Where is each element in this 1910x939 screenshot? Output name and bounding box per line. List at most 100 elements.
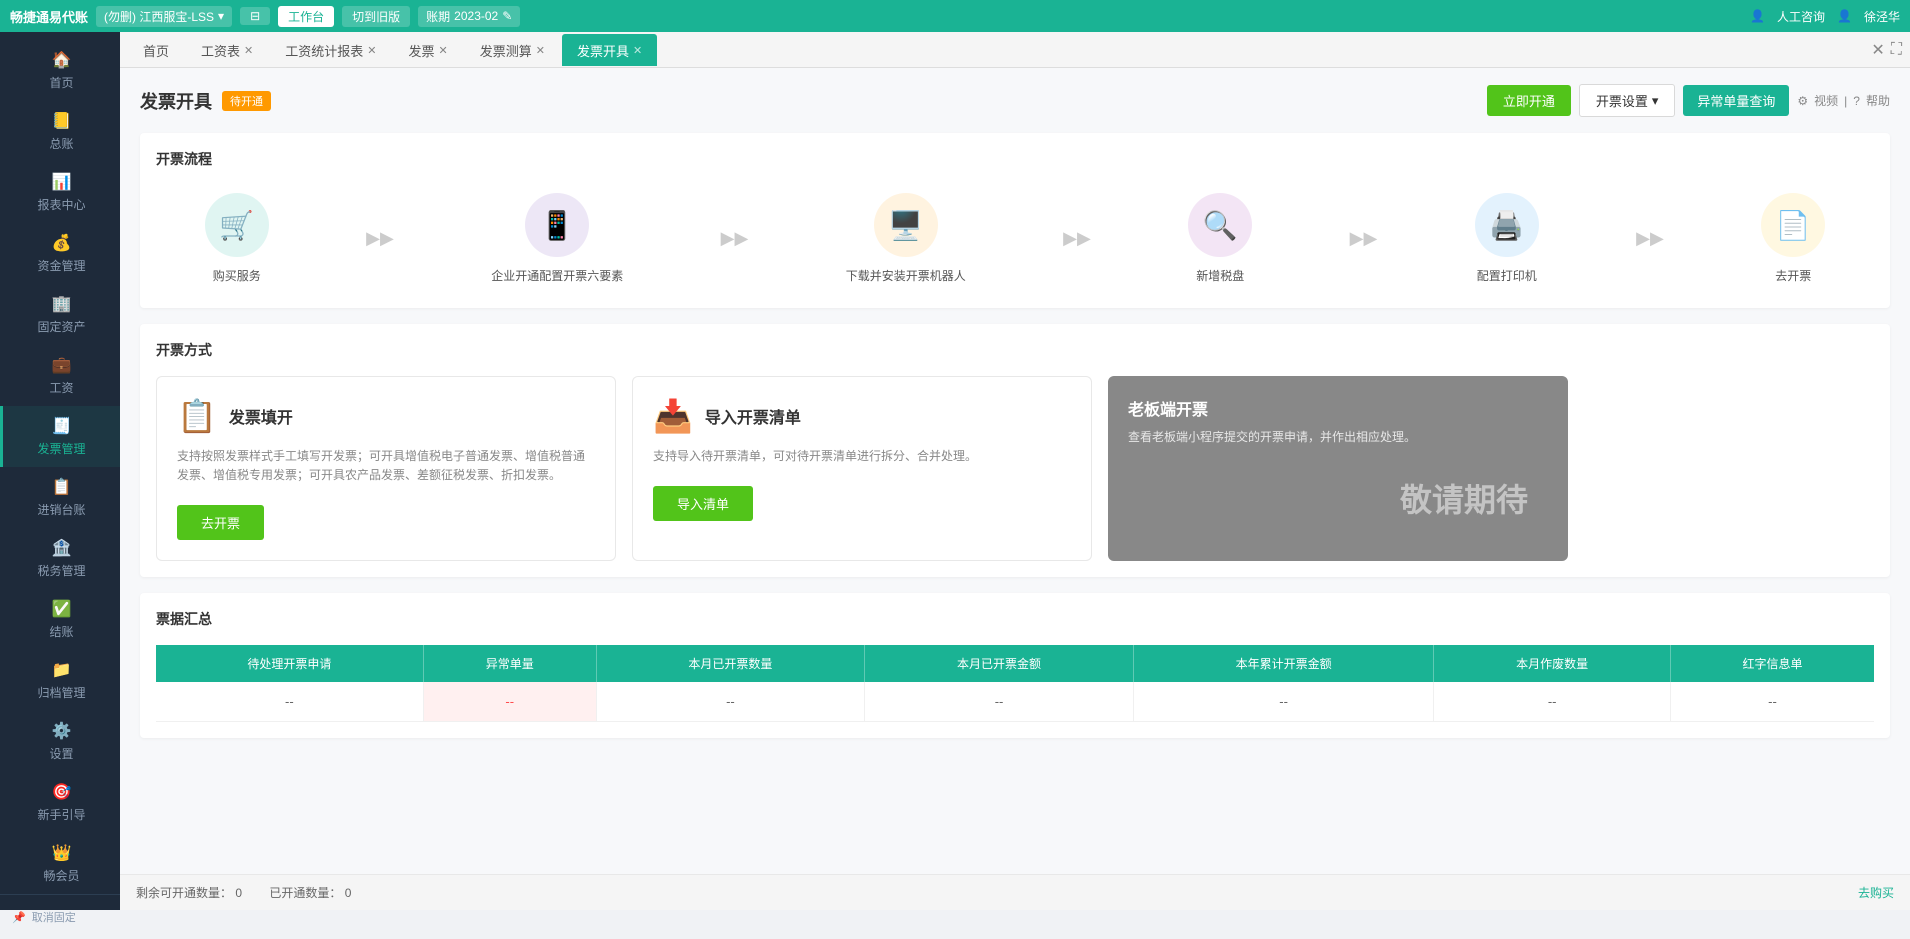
method-section: 开票方式 📋 发票填开 支持按照发票样式手工填写开发票；可开具增值税电子普通发票… (140, 324, 1890, 577)
assets-icon: 🏢 (52, 294, 72, 314)
cell-pending[interactable]: -- (156, 682, 423, 722)
tab-close-all-icon[interactable]: ✕ (1871, 40, 1884, 60)
add-tax-plate-label: 新增税盘 (1196, 267, 1244, 284)
open-settings-button[interactable]: 开票设置 ▾ (1579, 84, 1676, 117)
method-boss-desc: 查看老板端小程序提交的开票申请，并作出相应处理。 (1128, 428, 1548, 445)
sidebar-item-assets[interactable]: 🏢 固定资产 (0, 284, 120, 345)
workspace-btn[interactable]: 工作台 (278, 6, 334, 27)
sidebar-item-purchase[interactable]: 📋 进销台账 (0, 467, 120, 528)
sidebar-item-member[interactable]: 👑 畅会员 (0, 833, 120, 894)
tab-home[interactable]: 首页 (128, 34, 184, 66)
tab-invoice-list-close[interactable]: ✕ (439, 44, 448, 57)
sidebar-item-reports[interactable]: 📊 报表中心 (0, 162, 120, 223)
tab-salary-stats[interactable]: 工资统计报表 ✕ (270, 34, 391, 66)
method-import-button[interactable]: 导入清单 (653, 486, 753, 521)
buy-service-label: 购买服务 (213, 267, 261, 284)
pin-toggle[interactable]: 📌 取消固定 (8, 903, 112, 931)
divider1: | (1844, 94, 1847, 108)
period-edit-icon[interactable]: ✎ (502, 9, 512, 23)
tab-home-label: 首页 (143, 41, 169, 60)
flow-step-open[interactable]: 📄 去开票 (1761, 193, 1825, 284)
invoice-icon: 🧾 (52, 416, 72, 436)
download-robot-label: 下载并安装开票机器人 (846, 267, 966, 284)
buy-link[interactable]: 去购买 (1858, 884, 1894, 901)
service-label[interactable]: 人工咨询 (1777, 8, 1825, 25)
method-boss-title: 老板端开票 (1128, 396, 1548, 420)
open-settings-label: 开票设置 (1596, 91, 1648, 110)
sidebar-item-guide[interactable]: 🎯 新手引导 (0, 772, 120, 833)
sidebar-item-archive[interactable]: 📁 归档管理 (0, 650, 120, 711)
sidebar-item-ledger[interactable]: 📒 总账 (0, 101, 120, 162)
sidebar-item-tax-label: 税务管理 (37, 562, 85, 579)
flow-step-download[interactable]: 🖥️ 下载并安装开票机器人 (846, 193, 966, 284)
config-printer-icon: 🖨️ (1475, 193, 1539, 257)
method-import-card: 📥 导入开票清单 支持导入待开票清单，可对待开票清单进行拆分、合并处理。 导入清… (632, 376, 1092, 561)
ledger-icon: 📒 (52, 111, 72, 131)
method-manual-desc: 支持按照发票样式手工填写开发票；可开具增值税电子普通发票、增值税普通发票、增值税… (177, 447, 595, 485)
pin-icon: 📌 (12, 911, 26, 924)
tab-invoice-tool-close[interactable]: ✕ (633, 44, 642, 57)
method-import-icon: 📥 (653, 397, 693, 435)
tab-invoice-calc-close[interactable]: ✕ (536, 44, 545, 57)
tab-salary-stats-close[interactable]: ✕ (367, 44, 376, 57)
sidebar-item-tax[interactable]: 🏦 税务管理 (0, 528, 120, 589)
view-help-label[interactable]: 视频 (1814, 92, 1838, 109)
method-manual-card: 📋 发票填开 支持按照发票样式手工填写开发票；可开具增值税电子普通发票、增值税普… (156, 376, 616, 561)
settings-dropdown-icon: ▾ (1652, 93, 1659, 109)
method-manual-button[interactable]: 去开票 (177, 505, 264, 540)
tab-salary-stats-label: 工资统计报表 (285, 41, 363, 60)
tab-invoice-calc[interactable]: 发票测算 ✕ (465, 34, 560, 66)
flow-section: 开票流程 🛒 购买服务 ▶▶ 📱 企业开通配置开票六要素 ▶▶ 🖥️ 下载并安装… (140, 133, 1890, 308)
sidebar-item-settings[interactable]: ⚙️ 设置 (0, 711, 120, 772)
sidebar-item-salary[interactable]: 💼 工资 (0, 345, 120, 406)
method-manual-header: 📋 发票填开 (177, 397, 595, 435)
flow-step-tax-plate[interactable]: 🔍 新增税盘 (1188, 193, 1252, 284)
sidebar-item-guide-label: 新手引导 (37, 806, 85, 823)
tab-invoice-tool[interactable]: 发票开具 ✕ (562, 34, 657, 66)
finance-icon: 💰 (52, 233, 72, 253)
opened-value: 0 (345, 886, 352, 900)
flow-arrow-4: ▶▶ (1350, 228, 1378, 249)
help-area: ⚙ 视频 | ? 帮助 (1797, 92, 1890, 109)
sidebar-item-settlement[interactable]: ✅ 结账 (0, 589, 120, 650)
method-manual-title: 发票填开 (229, 404, 293, 428)
page-title-area: 发票开具 待开通 (140, 88, 271, 114)
flow-step-printer[interactable]: 🖨️ 配置打印机 (1475, 193, 1539, 284)
abnormal-query-button[interactable]: 异常单量查询 (1683, 85, 1789, 116)
tab-fullscreen-icon[interactable]: ⛶ (1891, 41, 1902, 59)
sidebar-item-purchase-label: 进销台账 (37, 501, 85, 518)
help-icon: ? (1853, 94, 1860, 108)
page-footer: 剩余可开通数量： 0 已开通数量： 0 去购买 (120, 874, 1910, 910)
add-tax-plate-icon: 🔍 (1188, 193, 1252, 257)
method-boss-overlay: 老板端开票 查看老板端小程序提交的开票申请，并作出相应处理。 (1108, 376, 1568, 561)
summary-table-data-row: -- -- -- -- -- -- -- (156, 682, 1874, 722)
tab-salary-table-close[interactable]: ✕ (244, 44, 253, 57)
copy-btn[interactable]: ⊟ (240, 7, 270, 25)
open-invoice-label: 去开票 (1775, 267, 1811, 284)
sidebar-item-home-label: 首页 (49, 74, 73, 91)
company-selector[interactable]: (勿删) 江西服宝-LSS ▾ (96, 6, 232, 27)
user-name[interactable]: 徐泾华 (1864, 8, 1900, 25)
settings-gear-icon: ⚙ (1797, 94, 1808, 108)
status-badge: 待开通 (222, 91, 271, 111)
service-icon: 👤 (1750, 9, 1765, 23)
sidebar-item-finance-label: 资金管理 (37, 257, 85, 274)
settlement-icon: ✅ (52, 599, 72, 619)
cell-abnormal[interactable]: -- (423, 682, 596, 722)
col-monthly-amount: 本月已开票金额 (865, 645, 1134, 682)
immediate-open-button[interactable]: 立即开通 (1487, 85, 1571, 116)
cell-void-count: -- (1434, 682, 1671, 722)
flow-section-title: 开票流程 (156, 149, 1874, 169)
buy-service-icon: 🛒 (205, 193, 269, 257)
help-label[interactable]: 帮助 (1866, 92, 1890, 109)
sidebar-item-finance[interactable]: 💰 资金管理 (0, 223, 120, 284)
flow-step-buy[interactable]: 🛒 购买服务 (205, 193, 269, 284)
flow-step-config[interactable]: 📱 企业开通配置开票六要素 (491, 193, 623, 284)
sidebar-item-invoice[interactable]: 🧾 发票管理 (0, 406, 120, 467)
sidebar-item-home[interactable]: 🏠 首页 (0, 40, 120, 101)
archive-icon: 📁 (52, 660, 72, 680)
switch-old-btn[interactable]: 切到旧版 (342, 6, 410, 27)
guide-icon: 🎯 (52, 782, 72, 802)
tab-salary-table[interactable]: 工资表 ✕ (186, 34, 268, 66)
tab-invoice-list[interactable]: 发票 ✕ (393, 34, 462, 66)
